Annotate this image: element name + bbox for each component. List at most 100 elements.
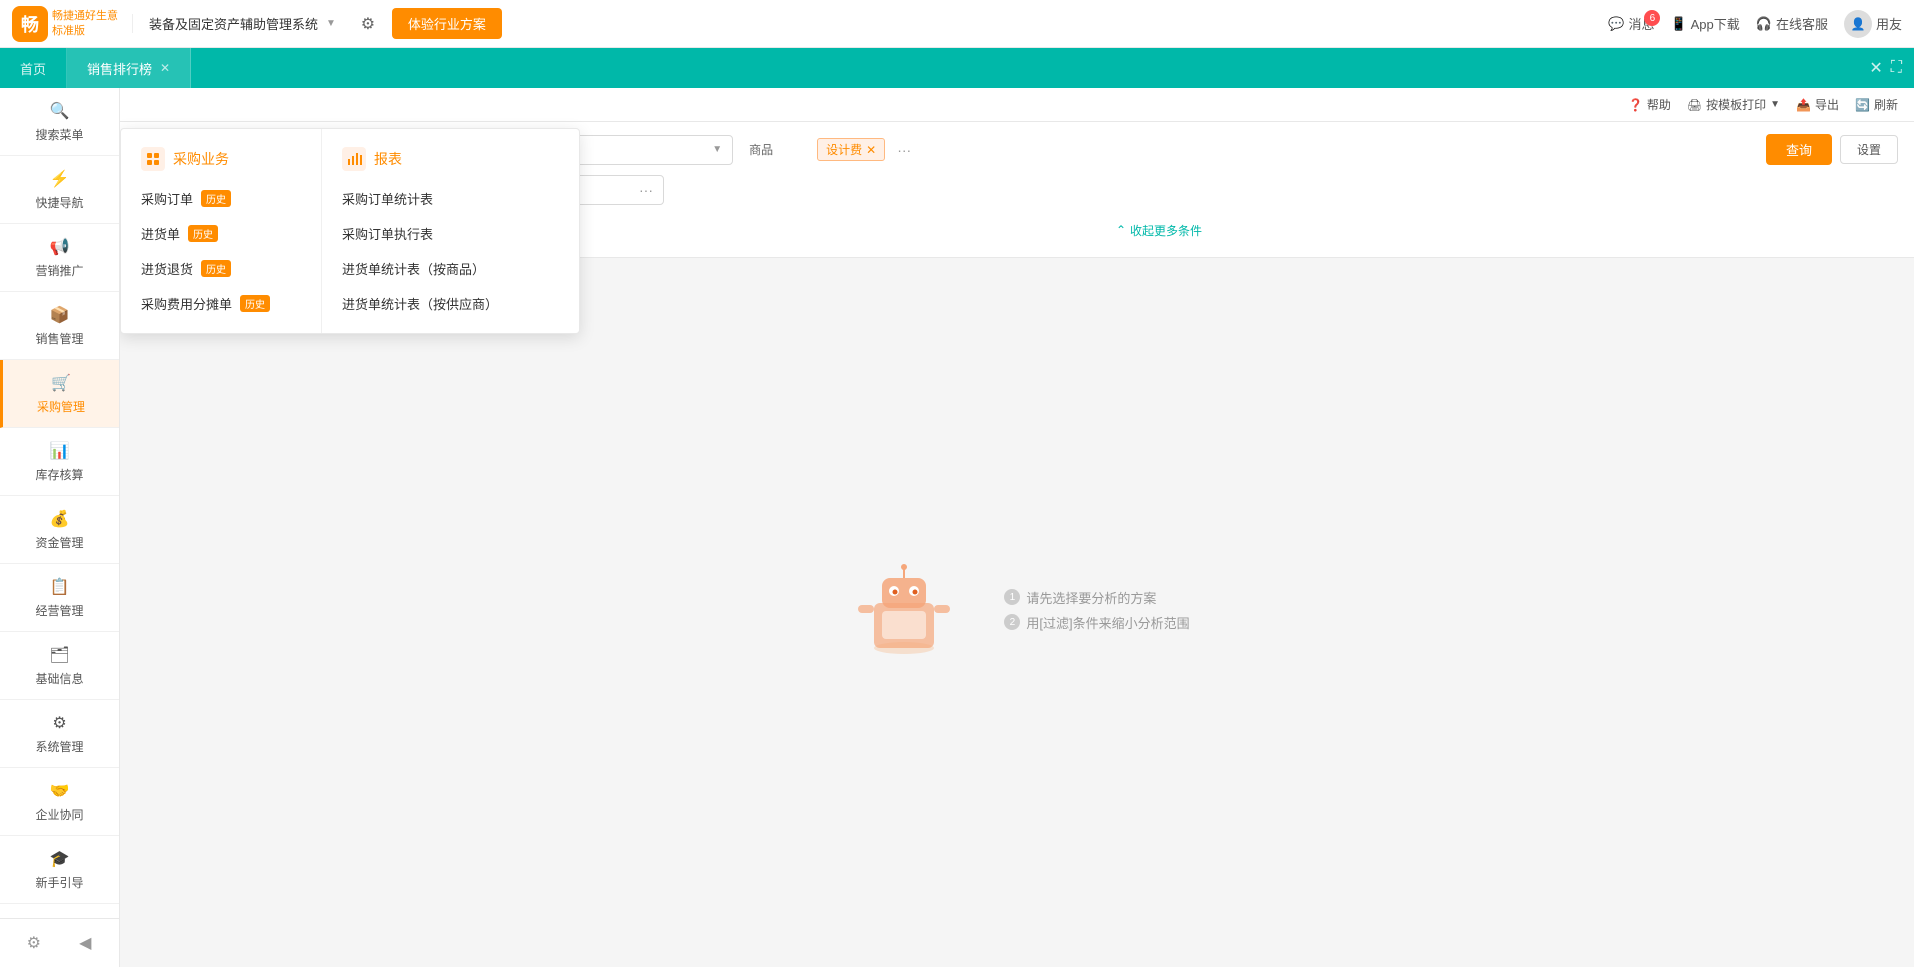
dropdown-item-order-stats[interactable]: 采购订单统计表: [322, 181, 521, 216]
sidebar-item-finance-label: 资金管理: [35, 534, 83, 551]
action-buttons: 查询 设置: [1766, 134, 1898, 165]
tab-bar-right: ✕ ⛶: [1869, 58, 1914, 78]
export-icon: 📤: [1796, 98, 1811, 112]
dropdown-item-purchase-expense[interactable]: 采购费用分摊单 历史: [121, 286, 321, 321]
online-service-label: 在线客服: [1776, 14, 1828, 33]
settings-icon[interactable]: ⚙: [352, 8, 384, 40]
search-icon: 🔍: [49, 100, 71, 122]
step1-num: 1: [1004, 589, 1020, 605]
sidebar-item-marketing[interactable]: 📢 营销推广: [0, 224, 119, 292]
logo-line2: 标准版: [52, 24, 118, 38]
sidebar-item-basic-info[interactable]: 🗂 基础信息: [0, 632, 119, 700]
dropdown-item-purchase-receive-label: 进货单: [141, 224, 180, 243]
sidebar-item-quick-nav[interactable]: ⚡ 快捷导航: [0, 156, 119, 224]
tab-close-icon[interactable]: ✕: [160, 61, 170, 75]
user-button[interactable]: 👤 用友: [1844, 10, 1902, 38]
dropdown-item-purchase-return[interactable]: 进货退货 历史: [121, 251, 321, 286]
dropdown-item-receive-stats-goods[interactable]: 进货单统计表（按商品）: [322, 251, 521, 286]
message-badge: 6: [1644, 10, 1660, 26]
top-right-area: 💬 消息 6 📱 App下载 🎧 在线客服 👤 用友: [1608, 10, 1902, 38]
tab-sales-rank[interactable]: 销售排行榜 ✕: [67, 48, 191, 88]
report-column: 报表 采购订单统计表 采购订单执行表 进货单统计表（按商品） 进货单统计表（按供…: [321, 129, 521, 333]
sidebar-item-finance[interactable]: 💰 资金管理: [0, 496, 119, 564]
empty-step2: 2 用[过滤]条件来缩小分析范围: [1004, 613, 1189, 632]
purchase-section-title: 采购业务: [173, 149, 229, 169]
dropdown-item-receive-stats-goods-label: 进货单统计表（按商品）: [342, 259, 485, 278]
empty-state: 1 请先选择要分析的方案 2 用[过滤]条件来缩小分析范围: [120, 258, 1914, 967]
report-section-icon: [342, 147, 366, 171]
operations-icon: 📋: [49, 576, 71, 598]
history-badge-purchase-expense: 历史: [240, 295, 270, 312]
sidebar-item-purchase[interactable]: 🛒 采购管理: [0, 360, 119, 428]
goods-more-dots[interactable]: ···: [897, 142, 911, 158]
sidebar-settings-button[interactable]: ⚙: [18, 927, 50, 959]
logo-text: 畅捷通好生意 标准版: [52, 9, 118, 38]
tab-home[interactable]: 首页: [0, 48, 67, 88]
dropdown-item-order-exec-label: 采购订单执行表: [342, 224, 433, 243]
empty-content: 1 请先选择要分析的方案 2 用[过滤]条件来缩小分析范围: [844, 563, 1189, 663]
goods-tag-remove[interactable]: ✕: [866, 143, 876, 157]
top-header: 畅 畅捷通好生意 标准版 装备及固定资产辅助管理系统 ▼ ⚙ 体验行业方案 💬 …: [0, 0, 1914, 48]
tab-bar: 首页 销售排行榜 ✕ ✕ ⛶: [0, 48, 1914, 88]
refresh-button[interactable]: 🔄 刷新: [1855, 96, 1898, 113]
dropdown-item-purchase-receive[interactable]: 进货单 历史: [121, 216, 321, 251]
dropdown-item-purchase-expense-label: 采购费用分摊单: [141, 294, 232, 313]
trial-button[interactable]: 体验行业方案: [392, 8, 502, 39]
sidebar-item-operations-label: 经营管理: [35, 602, 83, 619]
sidebar-item-marketing-label: 营销推广: [35, 262, 83, 279]
sidebar-item-search[interactable]: 🔍 搜索菜单: [0, 88, 119, 156]
sidebar-item-sales[interactable]: 📦 销售管理: [0, 292, 119, 360]
print-chevron-icon: ▼: [1770, 99, 1780, 110]
dropdown-item-purchase-return-label: 进货退货: [141, 259, 193, 278]
system-name[interactable]: 装备及固定资产辅助管理系统 ▼: [132, 14, 352, 33]
query-button[interactable]: 查询: [1766, 134, 1832, 165]
sidebar-item-inventory-label: 库存核算: [35, 466, 83, 483]
system-name-text: 装备及固定资产辅助管理系统: [149, 14, 318, 33]
message-button[interactable]: 💬 消息 6: [1608, 14, 1654, 33]
export-button[interactable]: 📤 导出: [1796, 96, 1839, 113]
report-section-header: 报表: [322, 141, 521, 181]
refresh-label: 刷新: [1874, 96, 1898, 113]
purchase-dropdown-menu: 采购业务 采购订单 历史 进货单 历史 进货退货 历史 采购费用分摊单 历史: [120, 128, 580, 334]
marketing-icon: 📢: [49, 236, 71, 258]
tab-sales-rank-label: 销售排行榜: [87, 59, 152, 78]
sidebar-item-guide[interactable]: 🎓 新手引导: [0, 836, 119, 904]
collapse-button[interactable]: ⌃ 收起更多条件: [1116, 222, 1202, 239]
online-service-button[interactable]: 🎧 在线客服: [1756, 14, 1828, 33]
logo-icon: 畅: [12, 6, 48, 42]
sidebar-item-system[interactable]: ⚙ 系统管理: [0, 700, 119, 768]
help-button[interactable]: ❓ 帮助: [1628, 96, 1671, 113]
sidebar-item-purchase-label: 采购管理: [37, 398, 85, 415]
sidebar-item-basic-info-label: 基础信息: [35, 670, 83, 687]
window-close-icon[interactable]: ✕: [1869, 58, 1882, 78]
tab-home-label: 首页: [20, 59, 46, 78]
window-maximize-icon[interactable]: ⛶: [1891, 59, 1902, 77]
order-status-chevron-icon: ▼: [712, 144, 722, 155]
sidebar-item-enterprise[interactable]: 🤝 企业协同: [0, 768, 119, 836]
print-by-template-button[interactable]: 🖨 按模板打印 ▼: [1687, 96, 1780, 113]
dropdown-item-purchase-order[interactable]: 采购订单 历史: [121, 181, 321, 216]
dropdown-item-receive-stats-supplier[interactable]: 进货单统计表（按供应商）: [322, 286, 521, 321]
sidebar-item-sales-label: 销售管理: [35, 330, 83, 347]
empty-step1: 1 请先选择要分析的方案: [1004, 588, 1189, 607]
collapse-label: 收起更多条件: [1130, 222, 1202, 239]
logo-line1: 畅捷通好生意: [52, 9, 118, 23]
goods-filter: 商品 设计费 ✕ ···: [749, 138, 911, 161]
sidebar: 🔍 搜索菜单 ⚡ 快捷导航 📢 营销推广 📦 销售管理 🛒 采购管理 📊 库存核…: [0, 88, 120, 967]
content-area: 采购业务 采购订单 历史 进货单 历史 进货退货 历史 采购费用分摊单 历史: [120, 88, 1914, 967]
goods-tag-design: 设计费 ✕: [817, 138, 885, 161]
step2-num: 2: [1004, 614, 1020, 630]
app-download-button[interactable]: 📱 App下载: [1670, 14, 1739, 33]
order-status-select[interactable]: ▼: [573, 135, 733, 165]
sidebar-item-operations[interactable]: 📋 经营管理: [0, 564, 119, 632]
action-toolbar: ❓ 帮助 🖨 按模板打印 ▼ 📤 导出 🔄 刷新: [120, 88, 1914, 122]
dropdown-item-order-exec[interactable]: 采购订单执行表: [322, 216, 521, 251]
purchase-section-icon: [141, 147, 165, 171]
purchase-business-column: 采购业务 采购订单 历史 进货单 历史 进货退货 历史 采购费用分摊单 历史: [121, 129, 321, 333]
quick-nav-icon: ⚡: [49, 168, 71, 190]
sidebar-collapse-button[interactable]: ◀: [69, 927, 101, 959]
sidebar-item-inventory[interactable]: 📊 库存核算: [0, 428, 119, 496]
settings-button[interactable]: 设置: [1840, 135, 1898, 164]
guide-icon: 🎓: [49, 848, 71, 870]
sidebar-item-system-label: 系统管理: [35, 738, 83, 755]
